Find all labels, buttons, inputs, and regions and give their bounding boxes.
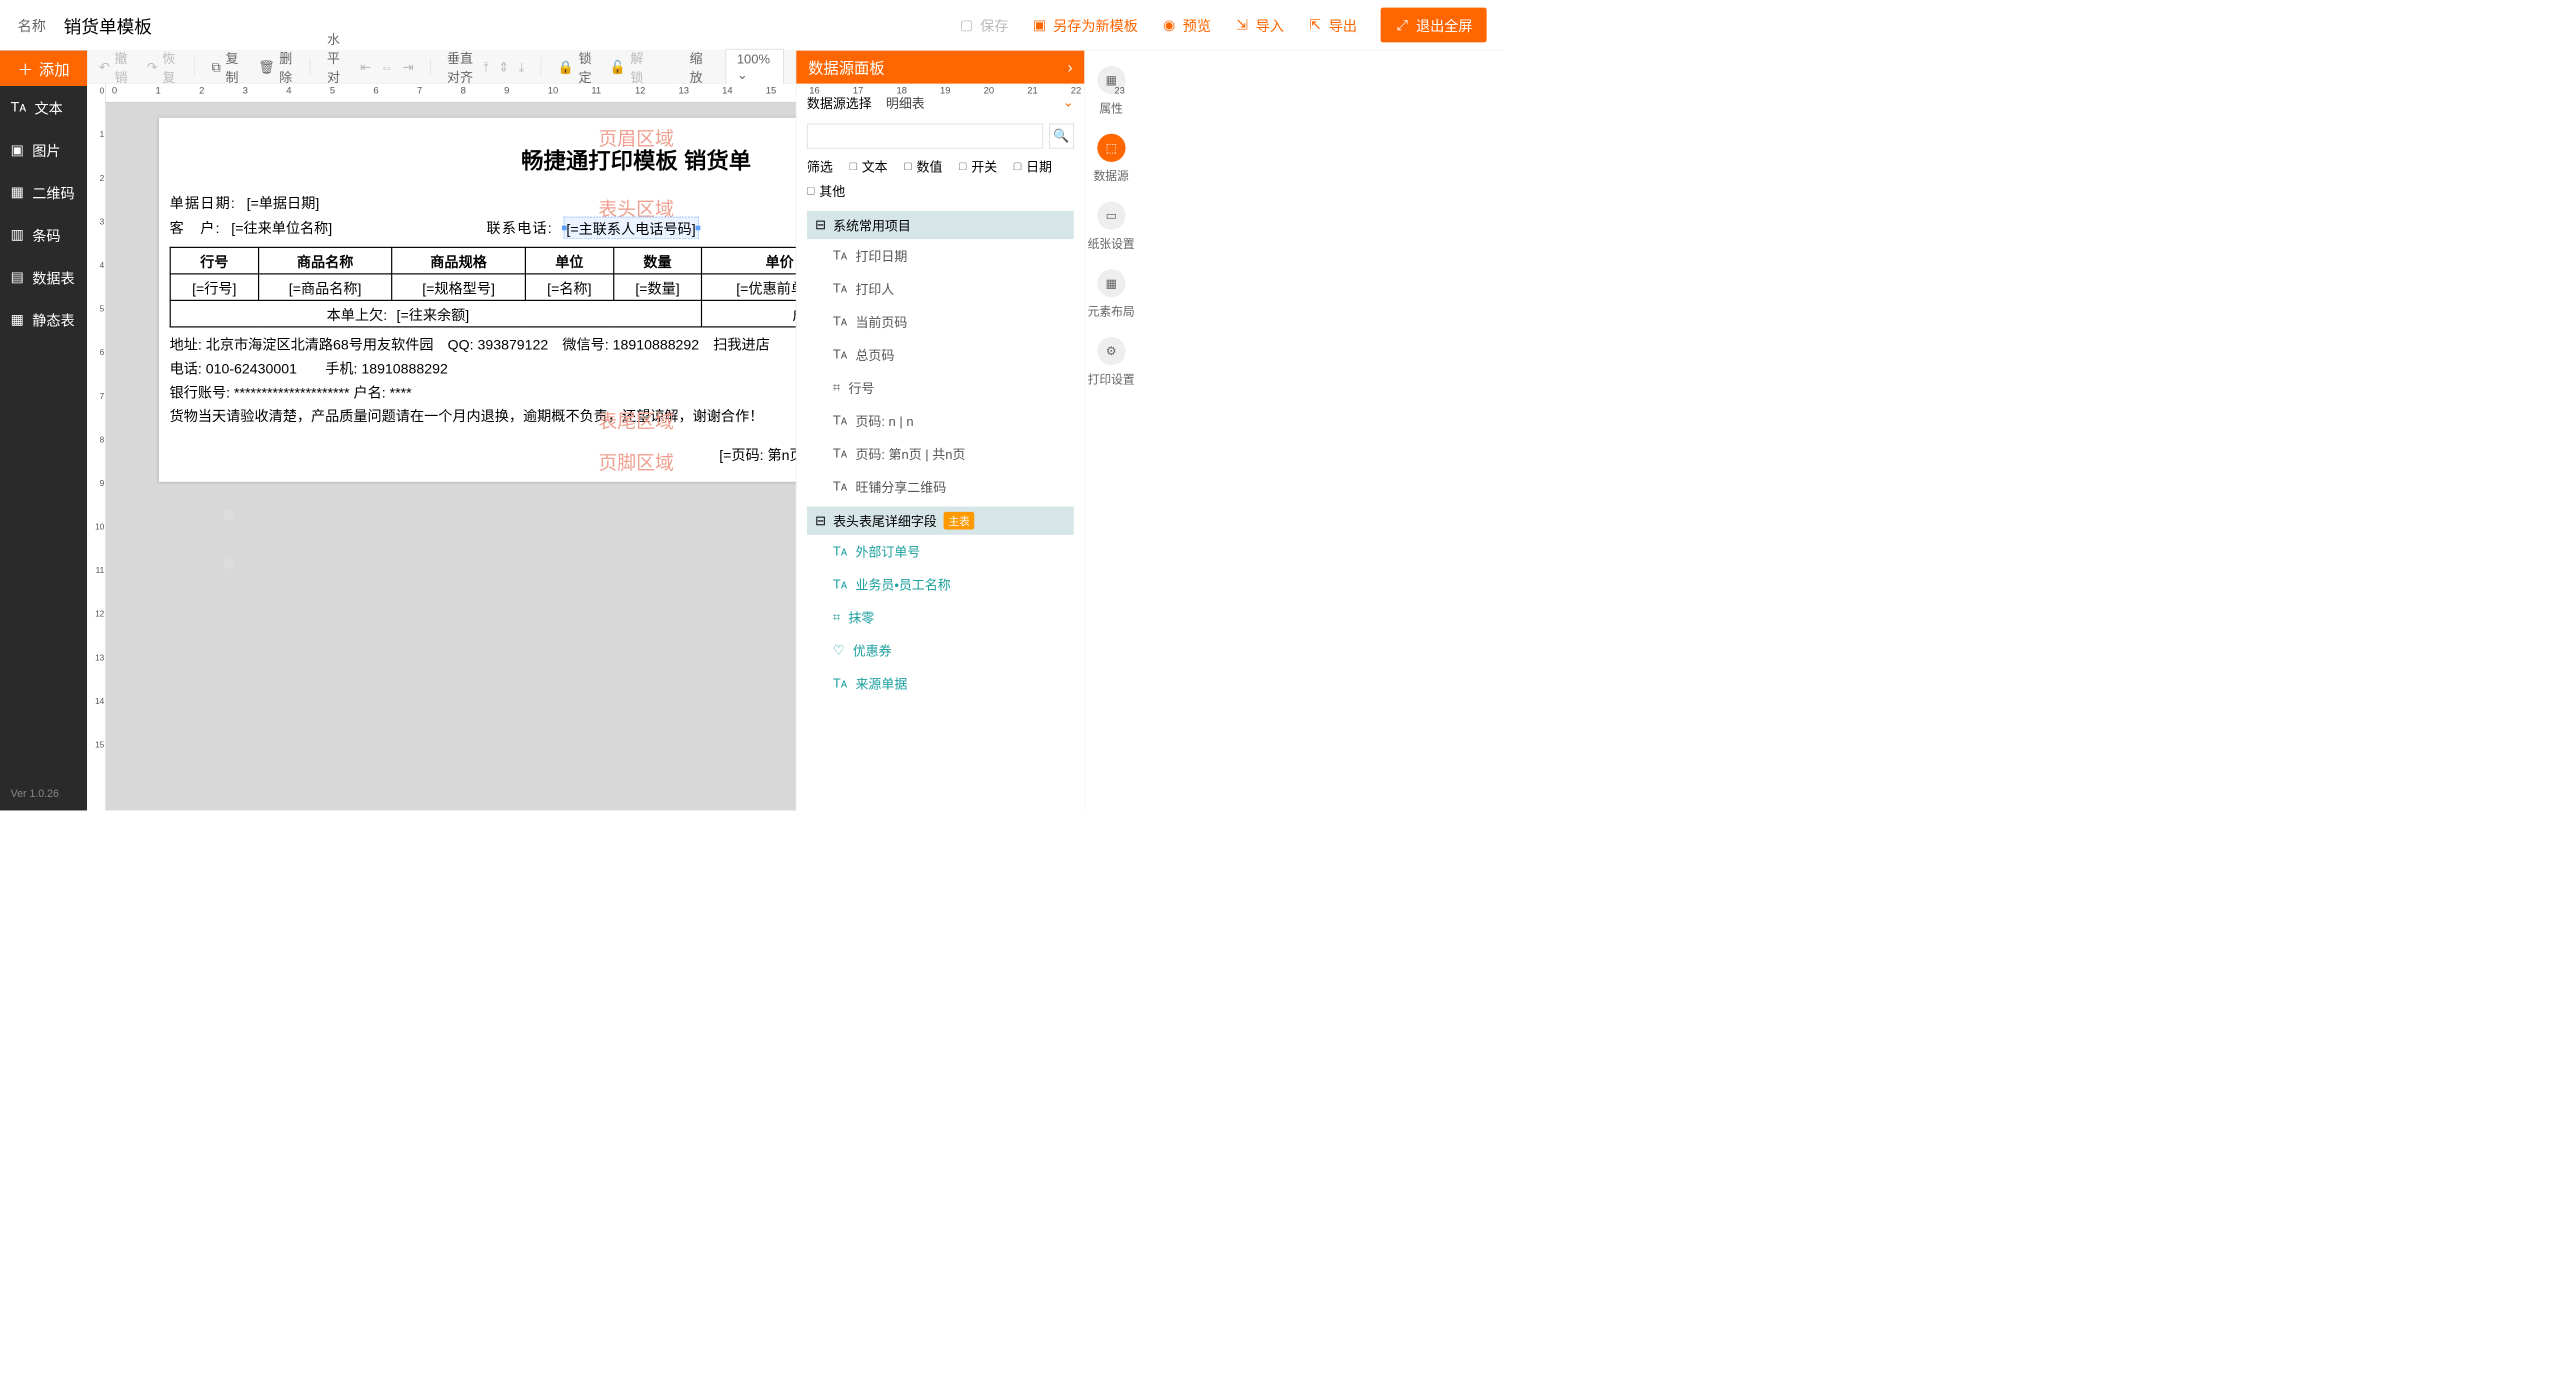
ruler-horizontal: 01234567891011121314151617181920212223 bbox=[106, 84, 796, 103]
tab-2[interactable]: ▭纸张设置 bbox=[1088, 201, 1135, 251]
collapse-icon: ⊟ bbox=[815, 217, 826, 232]
ds-item[interactable]: Tᴀ总页码 bbox=[807, 338, 1074, 371]
redo-icon: ↷ bbox=[147, 59, 158, 74]
redo-button[interactable]: ↷恢复 bbox=[147, 48, 178, 86]
ds-item[interactable]: Tᴀ业务员•员工名称 bbox=[807, 568, 1074, 601]
chevron-down-icon: ⌄ bbox=[1063, 95, 1074, 110]
right-panel-header: 数据源面板› bbox=[796, 51, 1084, 84]
export-icon: ⇱ bbox=[1308, 17, 1323, 32]
field[interactable]: 单据日期:[=单据日期] bbox=[170, 191, 469, 212]
ds-item[interactable]: Tᴀ页码: n | n bbox=[807, 404, 1074, 437]
unlock-icon: 🔓 bbox=[610, 59, 626, 74]
trash-icon: 🗑 bbox=[258, 59, 274, 74]
zoom-label: 缩放 bbox=[690, 48, 710, 86]
datatable-icon: ▤ bbox=[11, 268, 24, 285]
undo-button[interactable]: ↶撤销 bbox=[99, 48, 130, 86]
align-bottom-button[interactable]: ⤓ bbox=[519, 59, 525, 74]
align-top-button[interactable]: ⤒ bbox=[483, 59, 489, 74]
exit-icon: ⤢ bbox=[1395, 17, 1410, 32]
text-icon: Tᴀ bbox=[11, 99, 27, 115]
filter-checkbox[interactable]: 文本 bbox=[849, 157, 887, 176]
footer-text[interactable]: 地址: 北京市海淀区北清路68号用友软件园 QQ: 393879122 微信号:… bbox=[170, 333, 796, 429]
filter-checkbox[interactable]: 日期 bbox=[1014, 157, 1052, 176]
align-right-button[interactable]: ⇥ bbox=[403, 59, 414, 74]
ruler-vertical: 0123456789101112131415 bbox=[87, 84, 106, 811]
tab-1[interactable]: ⬚数据源 bbox=[1093, 134, 1128, 184]
valign-label: 垂直对齐 bbox=[447, 48, 474, 86]
save-as-button[interactable]: ▣另存为新模板 bbox=[1032, 15, 1138, 36]
chevron-down-icon: ⌄ bbox=[737, 67, 748, 82]
save-icon: ▢ bbox=[959, 17, 974, 32]
undo-icon: ↶ bbox=[99, 59, 110, 74]
sidebar-item-statictable[interactable]: ▦静态表 bbox=[0, 298, 87, 340]
field[interactable]: 联系电话:[=主联系人电话号码] bbox=[487, 217, 786, 239]
zoom-select[interactable]: 100% ⌄ bbox=[726, 49, 784, 86]
import-button[interactable]: ⇲导入 bbox=[1235, 15, 1284, 36]
filter-checkbox[interactable]: 数值 bbox=[904, 157, 942, 176]
ds-item[interactable]: Tᴀ来源单据 bbox=[807, 667, 1074, 700]
delete-button[interactable]: 🗑删除 bbox=[258, 48, 294, 86]
ds-item[interactable]: Tᴀ打印日期 bbox=[807, 239, 1074, 272]
canvas[interactable]: 页眉区域 表头区域 畅捷通打印模板 销货单 单据日期:[=单据日期]单据编号:[… bbox=[106, 102, 796, 810]
sidebar-item-image[interactable]: ▣图片 bbox=[0, 128, 87, 170]
filter-checkbox[interactable]: 其他 bbox=[807, 181, 845, 200]
import-icon: ⇲ bbox=[1235, 17, 1250, 32]
qrcode-icon: ▦ bbox=[11, 183, 24, 200]
align-center-button[interactable]: ⇔ bbox=[380, 59, 393, 74]
filter-label: 筛选 bbox=[807, 157, 833, 176]
search-input[interactable] bbox=[807, 124, 1043, 149]
export-button[interactable]: ⇱导出 bbox=[1308, 15, 1357, 36]
chevron-right-icon[interactable]: › bbox=[1067, 58, 1072, 76]
ds-item[interactable]: ⌗抹零 bbox=[807, 601, 1074, 634]
sidebar-item-text[interactable]: Tᴀ文本 bbox=[0, 86, 87, 128]
preview-button[interactable]: ◉预览 bbox=[1162, 15, 1211, 36]
sidebar-item-datatable[interactable]: ▤数据表 bbox=[0, 256, 87, 298]
search-button[interactable]: 🔍 bbox=[1049, 124, 1074, 149]
sidebar-item-qrcode[interactable]: ▦二维码 bbox=[0, 171, 87, 213]
search-icon: 🔍 bbox=[1053, 128, 1069, 143]
plus-icon: ＋ bbox=[18, 57, 33, 79]
ds-item[interactable]: Tᴀ外部订单号 bbox=[807, 535, 1074, 568]
page-code[interactable]: [=页码: 第n页 | 共n页] bbox=[170, 444, 796, 465]
ds-item[interactable]: Tᴀ当前页码 bbox=[807, 305, 1074, 338]
doc-title[interactable]: 畅捷通打印模板 销货单 bbox=[170, 143, 796, 175]
align-middle-button[interactable]: ⇕ bbox=[498, 59, 509, 74]
copy-icon: ⧉ bbox=[211, 59, 220, 74]
ds-item[interactable]: Tᴀ打印人 bbox=[807, 272, 1074, 305]
ds-item[interactable]: ⌗行号 bbox=[807, 371, 1074, 404]
add-button[interactable]: ＋添加 bbox=[0, 51, 87, 86]
unlock-button[interactable]: 🔓解锁 bbox=[610, 48, 645, 86]
save-as-icon: ▣ bbox=[1032, 17, 1047, 32]
exit-fullscreen-button[interactable]: ⤢退出全屏 bbox=[1381, 8, 1487, 43]
page[interactable]: 页眉区域 表头区域 畅捷通打印模板 销货单 单据日期:[=单据日期]单据编号:[… bbox=[159, 118, 796, 482]
ds-item[interactable]: Tᴀ页码: 第n页 | 共n页 bbox=[807, 437, 1074, 470]
eye-icon: ◉ bbox=[1162, 17, 1177, 32]
name-label: 名称 bbox=[18, 15, 46, 36]
copy-button[interactable]: ⧉复制 bbox=[211, 48, 241, 86]
save-button[interactable]: ▢保存 bbox=[959, 15, 1008, 36]
main-table-badge: 主表 bbox=[944, 512, 975, 530]
collapse-icon: ⊟ bbox=[815, 513, 826, 528]
barcode-icon: ▥ bbox=[11, 226, 24, 243]
lock-icon: 🔒 bbox=[558, 59, 574, 74]
data-table[interactable]: 行号商品名称商品规格单位数量单价金额备注[=行号][=商品名称][=规格型号][… bbox=[170, 247, 796, 328]
statictable-icon: ▦ bbox=[11, 311, 24, 328]
category-system[interactable]: ⊟系统常用项目 bbox=[807, 211, 1074, 239]
category-headtail[interactable]: ⊟表头表尾详细字段主表 bbox=[807, 507, 1074, 535]
lock-button[interactable]: 🔒锁定 bbox=[558, 48, 593, 86]
template-title-input[interactable] bbox=[64, 15, 291, 35]
tab-3[interactable]: ▦元素布局 bbox=[1088, 269, 1135, 319]
ds-select[interactable]: 明细表⌄ bbox=[886, 93, 1074, 112]
filter-checkbox[interactable]: 开关 bbox=[959, 157, 997, 176]
version-label: Ver 1.0.26 bbox=[0, 777, 87, 811]
field[interactable]: 客 户:[=往来单位名称] bbox=[170, 217, 469, 239]
ds-item[interactable]: Tᴀ旺铺分享二维码 bbox=[807, 470, 1074, 503]
field[interactable] bbox=[487, 191, 786, 212]
image-icon: ▣ bbox=[11, 141, 24, 158]
ds-item[interactable]: ♡优惠券 bbox=[807, 634, 1074, 667]
sidebar-item-barcode[interactable]: ▥条码 bbox=[0, 213, 87, 255]
align-left-button[interactable]: ⇤ bbox=[360, 59, 371, 74]
tab-4[interactable]: ⚙打印设置 bbox=[1088, 337, 1135, 387]
